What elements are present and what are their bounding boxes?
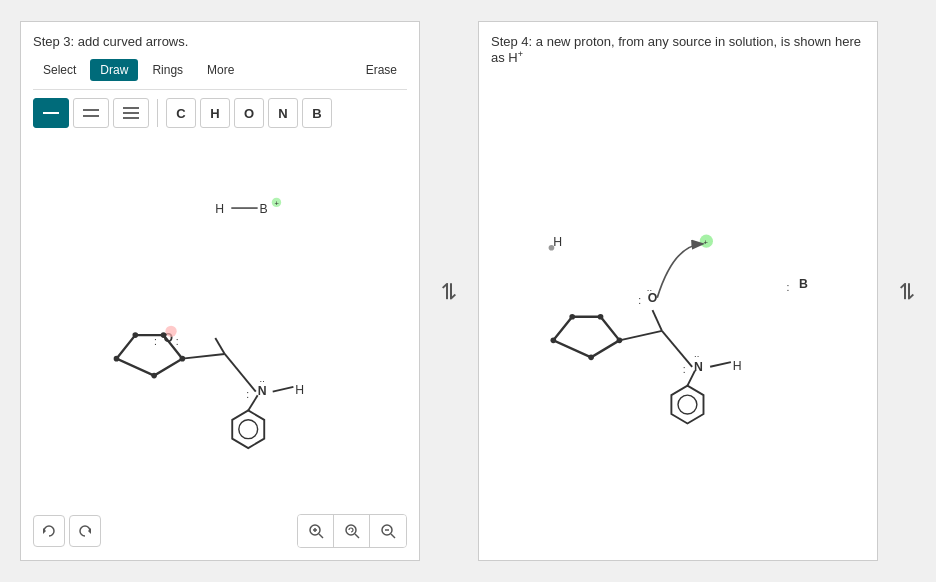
step4-molecule-svg: H + : B : O .. xyxy=(498,142,858,482)
svg-line-63 xyxy=(710,362,731,367)
single-bond-icon xyxy=(41,105,61,121)
svg-point-12 xyxy=(114,356,120,362)
oxygen-button[interactable]: O xyxy=(234,98,264,128)
svg-text::: : xyxy=(787,282,790,293)
redo-icon xyxy=(77,523,93,539)
svg-text:..: .. xyxy=(260,373,265,384)
svg-line-42 xyxy=(391,534,395,538)
zoom-out-icon xyxy=(379,522,397,540)
svg-point-29 xyxy=(239,420,258,439)
svg-line-37 xyxy=(319,534,323,538)
svg-text:B: B xyxy=(799,277,808,291)
svg-text:+: + xyxy=(275,199,280,208)
svg-text::: : xyxy=(638,295,641,306)
svg-point-38 xyxy=(346,525,356,535)
carbon-button[interactable]: C xyxy=(166,98,196,128)
toolbar: Select Draw Rings More Erase xyxy=(33,59,407,90)
step3-molecule-svg: H B + : O : xyxy=(50,161,390,481)
svg-point-67 xyxy=(678,395,697,414)
svg-line-65 xyxy=(662,331,692,367)
draw-tools-bar: C H O N B xyxy=(33,98,407,128)
svg-marker-66 xyxy=(671,385,703,423)
more-button[interactable]: More xyxy=(197,59,244,81)
svg-text:..: .. xyxy=(694,348,699,359)
draw-button[interactable]: Draw xyxy=(90,59,138,81)
svg-text:+: + xyxy=(704,238,709,247)
rings-button[interactable]: Rings xyxy=(142,59,193,81)
svg-text:..: .. xyxy=(647,282,652,293)
svg-line-30 xyxy=(248,395,257,410)
zoom-in-button[interactable] xyxy=(298,515,334,547)
select-button[interactable]: Select xyxy=(33,59,86,81)
svg-point-44 xyxy=(549,245,555,251)
svg-point-16 xyxy=(151,373,157,379)
svg-line-27 xyxy=(225,354,256,392)
triple-bond-button[interactable] xyxy=(113,98,149,128)
zoom-out-button[interactable] xyxy=(370,515,406,547)
redo-button[interactable] xyxy=(69,515,101,547)
svg-point-13 xyxy=(132,332,138,338)
svg-line-58 xyxy=(619,331,662,340)
svg-text:B: B xyxy=(260,202,268,216)
svg-text:H: H xyxy=(733,358,742,372)
svg-marker-28 xyxy=(232,410,264,448)
hydrogen-button[interactable]: H xyxy=(200,98,230,128)
step3-title: Step 3: add curved arrows. xyxy=(33,34,407,49)
svg-line-25 xyxy=(273,387,294,392)
tools-separator xyxy=(157,99,158,127)
bottom-controls xyxy=(33,506,407,548)
molecule-canvas[interactable]: H B + : O : xyxy=(33,136,407,506)
zoom-reset-button[interactable] xyxy=(334,515,370,547)
equilibrium-arrow-2: ⇌ xyxy=(894,282,920,300)
double-bond-icon xyxy=(81,105,101,121)
svg-line-39 xyxy=(355,534,359,538)
svg-point-53 xyxy=(551,337,557,343)
step4-molecule-canvas: H + : B : O .. xyxy=(491,75,865,548)
zoom-reset-icon xyxy=(343,522,361,540)
undo-icon xyxy=(41,523,57,539)
svg-text:H: H xyxy=(215,202,224,216)
svg-text::: : xyxy=(176,336,179,347)
svg-text::: : xyxy=(246,389,249,400)
equilibrium-arrow-1: ⇌ xyxy=(436,282,462,300)
svg-text::: : xyxy=(683,364,686,375)
svg-line-22 xyxy=(215,338,224,354)
svg-point-55 xyxy=(598,314,604,320)
step3-panel: Step 3: add curved arrows. Select Draw R… xyxy=(20,21,420,561)
single-bond-button[interactable] xyxy=(33,98,69,128)
svg-text:N: N xyxy=(258,384,267,398)
svg-text::: : xyxy=(154,336,157,347)
svg-line-59 xyxy=(653,310,662,331)
svg-line-17 xyxy=(182,354,224,359)
svg-point-21 xyxy=(165,326,176,337)
svg-text:H: H xyxy=(295,383,304,397)
boron-button[interactable]: B xyxy=(302,98,332,128)
svg-marker-52 xyxy=(553,316,619,357)
nitrogen-button[interactable]: N xyxy=(268,98,298,128)
triple-bond-icon xyxy=(121,105,141,121)
step4-panel: Step 4: a new proton, from any source in… xyxy=(478,21,878,561)
svg-text:H: H xyxy=(553,235,562,249)
double-bond-button[interactable] xyxy=(73,98,109,128)
undo-redo-group xyxy=(33,515,101,547)
step4-title: Step 4: a new proton, from any source in… xyxy=(491,34,865,65)
svg-line-68 xyxy=(687,370,695,385)
zoom-in-icon xyxy=(307,522,325,540)
zoom-controls xyxy=(297,514,407,548)
svg-point-54 xyxy=(569,314,575,320)
svg-point-57 xyxy=(588,354,594,360)
undo-button[interactable] xyxy=(33,515,65,547)
erase-button[interactable]: Erase xyxy=(356,59,407,81)
